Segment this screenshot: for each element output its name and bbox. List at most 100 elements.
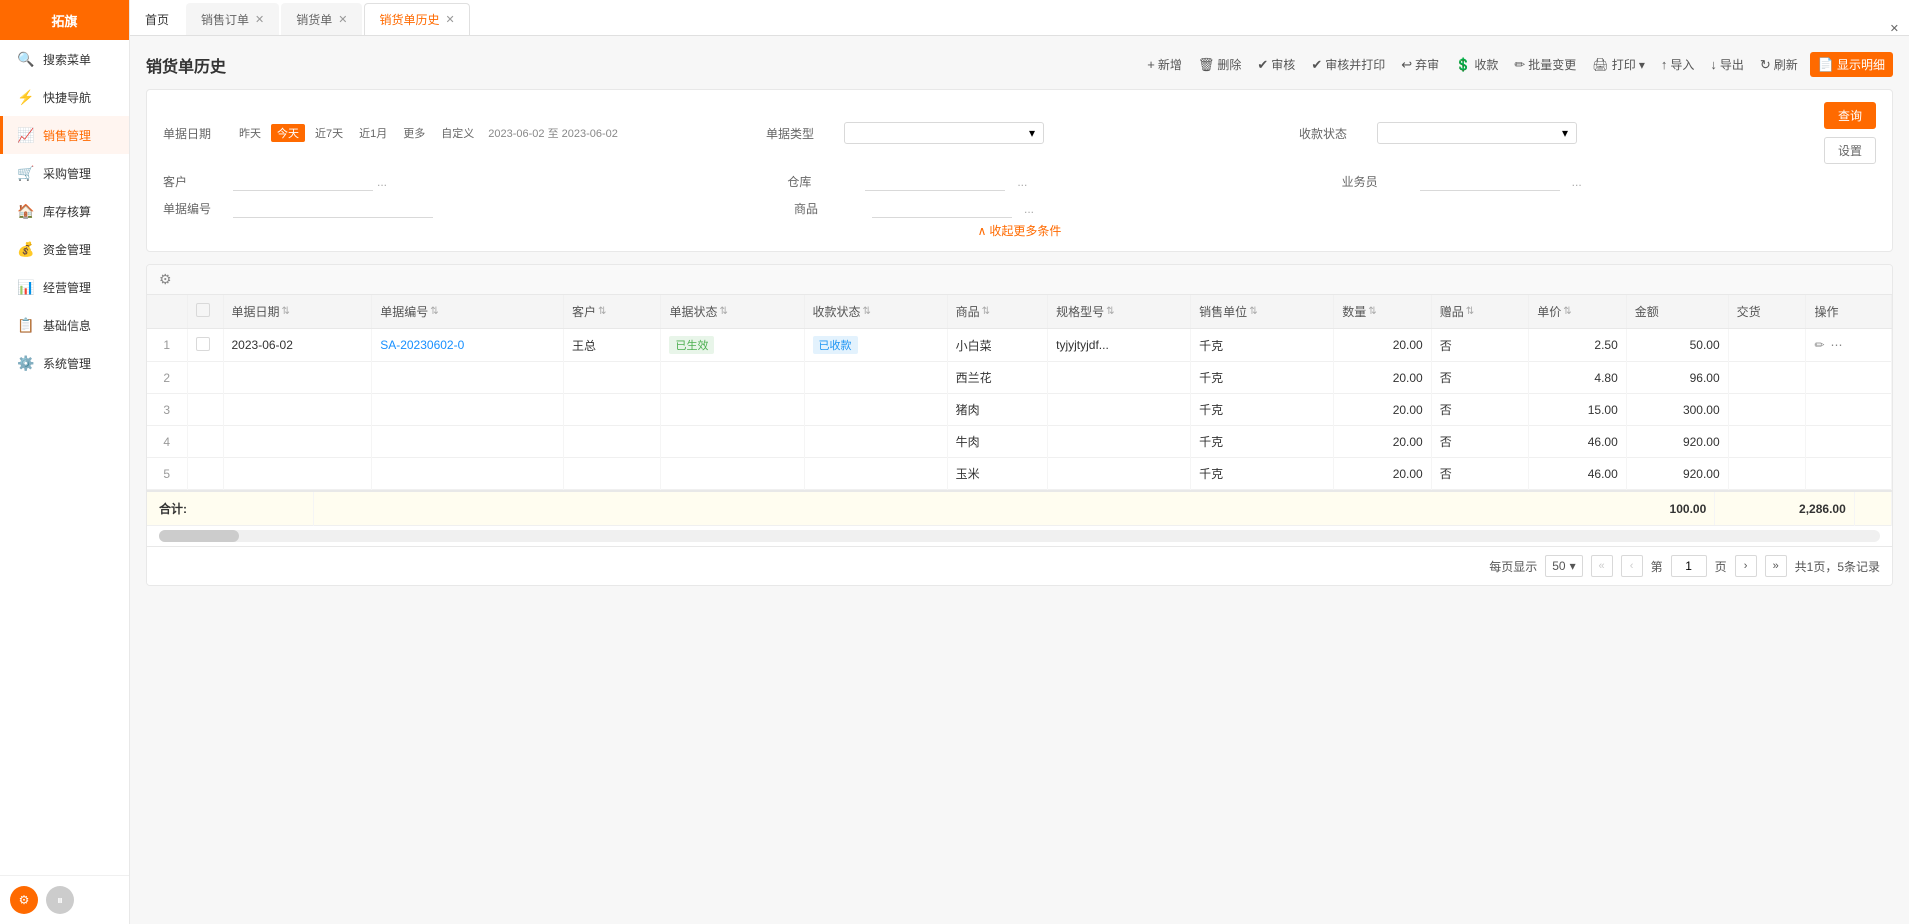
tabs-close-all-button[interactable]: ✕ [1890,22,1899,35]
sidebar-item-sales-mgmt[interactable]: 📈 销售管理 [0,116,129,154]
filter-control-docno [233,199,774,218]
per-page-select[interactable]: 50 ▾ [1545,555,1582,577]
data-table: 单据日期 ⇅ 单据编号 ⇅ [147,295,1892,490]
doc-no-link[interactable]: SA-20230602-0 [380,338,464,352]
col-checkbox [187,295,223,329]
salesperson-dots[interactable]: ... [1572,175,1582,189]
sidebar-item-purchase-mgmt[interactable]: 🛒 采购管理 [0,154,129,192]
collapse-filter-button[interactable]: ∧ 收起更多条件 [978,222,1062,239]
page-input[interactable] [1671,555,1707,577]
sort-icon-collect-status[interactable]: ⇅ [863,306,871,317]
sidebar-item-ops-mgmt[interactable]: 📊 经营管理 [0,268,129,306]
summary-row: 合计: 100.00 2,286.00 [147,491,1892,526]
select-all-checkbox[interactable] [196,303,210,317]
tab-home[interactable]: 首页 [130,3,184,35]
refresh-button[interactable]: ↻ 刷新 [1756,54,1802,75]
table-row: 4 牛肉 千克 20.00 否 46.00 920.00 [147,426,1892,458]
date-badge-1month[interactable]: 近1月 [353,124,393,142]
show-detail-button[interactable]: 📄 显示明细 [1810,52,1893,77]
collect-status-cell [804,362,947,394]
customer-input[interactable] [233,172,373,191]
table-scrollbar-thumb[interactable] [159,530,239,542]
filter-row-customer: 客户 ... 仓库 ... 业务员 .. [163,172,1876,191]
sidebar-item-basic-info[interactable]: 📋 基础信息 [0,306,129,344]
sort-icon-price[interactable]: ⇅ [1563,306,1571,317]
audit-print-button[interactable]: ✔ 审核并打印 [1307,54,1389,75]
query-button[interactable]: 查询 [1824,102,1876,129]
export-button[interactable]: ↓ 导出 [1706,54,1748,75]
audit-print-icon: ✔ [1311,57,1322,73]
edit-action-button[interactable]: ✏ [1814,338,1824,352]
abandon-button[interactable]: ↩ 弃审 [1397,54,1443,75]
print-button[interactable]: 🖨 打印 ▾ [1588,54,1649,75]
more-action-button[interactable]: ⋯ [1831,338,1843,352]
customer-dots[interactable]: ... [377,175,387,189]
sort-icon-doc-status[interactable]: ⇅ [719,306,727,317]
filter-select-doc-type[interactable]: ▾ [844,122,1044,144]
last-page-button[interactable]: » [1765,555,1787,577]
sort-icon-goods[interactable]: ⇅ [982,306,990,317]
page-header: 销货单历史 + 新增 🗑 删除 ✔ 审核 ✔ 审核并打印 [146,52,1893,77]
col-unit: 销售单位 ⇅ [1191,295,1334,329]
tab-sales-history[interactable]: 销货单历史 ✕ [364,3,469,35]
sort-icon-doc-date[interactable]: ⇅ [282,306,290,317]
sidebar-item-label: 销售管理 [43,127,91,144]
qty-cell: 20.00 [1334,329,1432,362]
sort-icon-gift[interactable]: ⇅ [1466,306,1474,317]
salesperson-input[interactable] [1420,172,1560,191]
page-suffix: 页 [1715,558,1727,575]
delete-button[interactable]: 🗑 删除 [1194,54,1246,75]
import-button[interactable]: ↑ 导入 [1657,54,1699,75]
filter-select-collect-status[interactable]: ▾ [1377,122,1577,144]
audit-button[interactable]: ✔ 审核 [1253,54,1299,75]
sort-icon-customer[interactable]: ⇅ [598,306,606,317]
table-scrollbar-track[interactable] [159,530,1880,542]
goods-dots[interactable]: ... [1024,202,1034,216]
collect-button[interactable]: 💲 收款 [1451,54,1502,75]
table-settings-icon[interactable]: ⚙ [159,271,172,288]
filter-label-goods: 商品 [794,200,864,217]
first-page-button[interactable]: « [1591,555,1613,577]
checkbox-cell [187,426,223,458]
price-cell: 2.50 [1529,329,1627,362]
sort-icon-spec[interactable]: ⇅ [1106,306,1114,317]
tab-close-sales-goods[interactable]: ✕ [338,13,347,26]
table-header-row: 单据日期 ⇅ 单据编号 ⇅ [147,295,1892,329]
date-badge-custom[interactable]: 自定义 [435,124,480,142]
sidebar-item-search-menu[interactable]: 🔍 搜索菜单 [0,40,129,78]
doc-date-cell: 2023-06-02 [223,329,372,362]
date-badge-more[interactable]: 更多 [397,124,431,142]
sidebar-item-sys-mgmt[interactable]: ⚙️ 系统管理 [0,344,129,382]
batch-change-button[interactable]: ✏ 批量变更 [1510,54,1580,75]
date-badge-yesterday[interactable]: 昨天 [233,124,267,142]
sort-icon-qty[interactable]: ⇅ [1368,306,1376,317]
tab-sales-order[interactable]: 销售订单 ✕ [186,3,279,35]
warehouse-dots[interactable]: ... [1017,175,1027,189]
row-checkbox[interactable] [196,337,210,351]
sidebar-pause-button[interactable]: ⏸ [46,886,74,914]
unit-cell: 千克 [1191,362,1334,394]
sidebar-item-inventory[interactable]: 🏠 库存核算 [0,192,129,230]
docno-input[interactable] [233,199,433,218]
tab-close-sales-order[interactable]: ✕ [255,13,264,26]
sort-icon-doc-no[interactable]: ⇅ [430,306,438,317]
tab-sales-goods[interactable]: 销货单 ✕ [281,3,362,35]
new-button[interactable]: + 新增 [1143,54,1186,75]
sidebar-gear-button[interactable]: ⚙ [10,886,38,914]
tabs-bar-right: ✕ [1890,22,1909,35]
goods-input[interactable] [872,199,1012,218]
tab-close-sales-history[interactable]: ✕ [446,13,455,26]
sort-icon-unit[interactable]: ⇅ [1249,306,1257,317]
date-badges: 昨天 今天 近7天 近1月 更多 自定义 [233,124,480,142]
warehouse-input[interactable] [865,172,1005,191]
sidebar-item-label: 库存核算 [43,203,91,220]
action-cell [1806,394,1892,426]
next-page-button[interactable]: › [1735,555,1757,577]
set-button[interactable]: 设置 [1824,137,1876,164]
customer-cell [563,458,661,490]
sidebar-item-finance-mgmt[interactable]: 💰 资金管理 [0,230,129,268]
prev-page-button[interactable]: ‹ [1621,555,1643,577]
date-badge-today[interactable]: 今天 [271,124,305,142]
sidebar-item-quick-nav[interactable]: ⚡ 快捷导航 [0,78,129,116]
date-badge-7days[interactable]: 近7天 [309,124,349,142]
